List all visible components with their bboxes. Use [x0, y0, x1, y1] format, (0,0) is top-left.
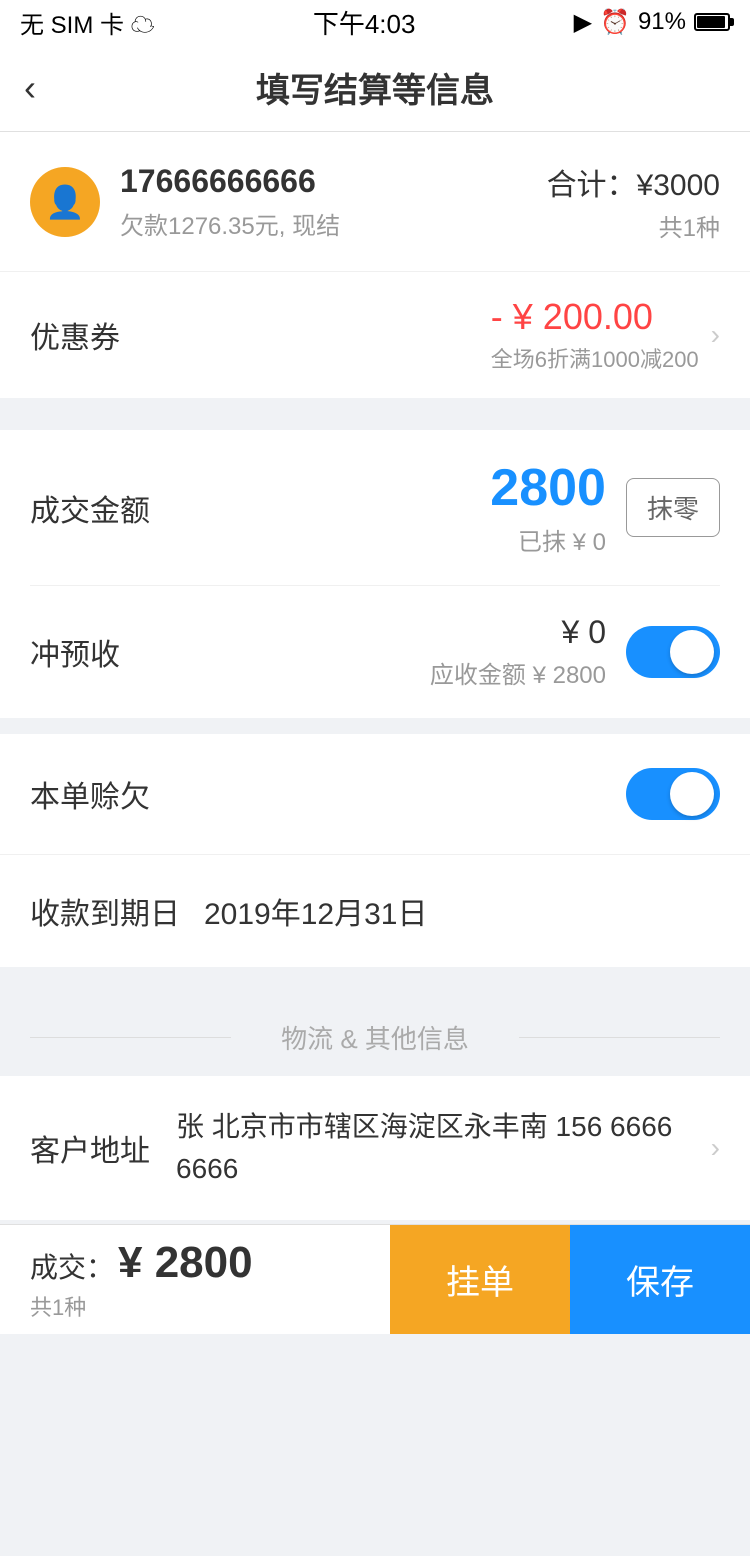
- transaction-label: 成交金额: [30, 486, 150, 530]
- section-divider-3: [0, 983, 750, 999]
- status-time: 下午4:03: [313, 4, 416, 41]
- footer-bar: 成交： ¥ 2800 共1种 挂单 保存: [0, 1224, 750, 1334]
- debt-row: 本单赊欠: [30, 734, 720, 854]
- location-icon: ▶: [574, 8, 592, 37]
- prepay-sub: 应收金额 ¥ 2800: [430, 655, 606, 690]
- alarm-icon: ⏰: [600, 8, 630, 37]
- user-phone: 17666666666: [120, 163, 340, 200]
- user-debt: 欠款1276.35元, 现结: [120, 206, 340, 241]
- page-title: 填写结算等信息: [256, 63, 494, 112]
- address-text: 张 北京市市辖区海淀区永丰南 156 6666 6666: [176, 1106, 695, 1190]
- main-content: 👤 17666666666 欠款1276.35元, 现结 合计：¥3000 共1…: [0, 132, 750, 1556]
- nav-bar: ‹ 填写结算等信息: [0, 44, 750, 132]
- footer-amount: ¥ 2800: [118, 1238, 253, 1288]
- footer-deal-row: 成交： ¥ 2800: [30, 1238, 360, 1288]
- user-right: 合计：¥3000 共1种: [547, 160, 720, 243]
- footer-count: 共1种: [30, 1290, 360, 1322]
- total-count: 共1种: [547, 208, 720, 243]
- coupon-value-area: - ¥ 200.00 全场6折满1000减200: [491, 296, 699, 374]
- logistics-line-right: [519, 1037, 720, 1038]
- transaction-amount-sub: 已抹 ¥ 0: [490, 522, 606, 557]
- transaction-amount: 2800: [490, 458, 606, 518]
- due-date-row: 收款到期日 2019年12月31日: [30, 855, 720, 967]
- prepay-row: 冲预收 ¥ 0 应收金额 ¥ 2800: [30, 586, 720, 718]
- status-right: ▶ ⏰ 91%: [574, 8, 730, 37]
- chevron-right-icon: ›: [711, 319, 720, 351]
- round-button[interactable]: 抹零: [626, 478, 720, 537]
- total-amount: 合计：¥3000: [547, 160, 720, 204]
- user-left: 👤 17666666666 欠款1276.35元, 现结: [30, 163, 340, 241]
- logistics-divider: 物流 & 其他信息: [0, 999, 750, 1076]
- avatar: 👤: [30, 167, 100, 237]
- transaction-amount-area: 2800 已抹 ¥ 0: [490, 458, 606, 557]
- status-left: 无 SIM 卡 ☁: [20, 5, 155, 40]
- user-card-row: 👤 17666666666 欠款1276.35元, 现结 合计：¥3000 共1…: [0, 132, 750, 271]
- user-info: 17666666666 欠款1276.35元, 现结: [120, 163, 340, 241]
- debt-toggle-thumb: [670, 772, 714, 816]
- avatar-icon: 👤: [45, 183, 85, 221]
- coupon-label: 优惠券: [30, 313, 120, 357]
- toggle-thumb: [670, 630, 714, 674]
- due-date-label: 收款到期日: [30, 889, 180, 933]
- address-row[interactable]: 客户地址 张 北京市市辖区海淀区永丰南 156 6666 6666 ›: [30, 1076, 720, 1220]
- due-date-value: 2019年12月31日: [204, 889, 427, 933]
- transaction-row: 成交金额 2800 已抹 ¥ 0 抹零: [30, 430, 720, 586]
- coupon-row[interactable]: 优惠券 - ¥ 200.00 全场6折满1000减200 ›: [0, 271, 750, 398]
- prepay-right: ¥ 0 应收金额 ¥ 2800: [430, 614, 720, 690]
- prepay-toggle[interactable]: [626, 626, 720, 678]
- status-bar: 无 SIM 卡 ☁ 下午4:03 ▶ ⏰ 91%: [0, 0, 750, 44]
- address-label: 客户地址: [30, 1126, 160, 1170]
- coupon-desc: 全场6折满1000减200: [491, 342, 699, 374]
- logistics-line-left: [30, 1037, 231, 1038]
- prepay-label: 冲预收: [30, 630, 120, 674]
- transaction-section: 成交金额 2800 已抹 ¥ 0 抹零 冲预收 ¥ 0 应收金额 ¥ 2800: [0, 430, 750, 718]
- back-button[interactable]: ‹: [24, 67, 36, 109]
- logistics-text: 物流 & 其他信息: [281, 1019, 469, 1056]
- address-chevron-icon: ›: [711, 1132, 720, 1164]
- coupon-discount: - ¥ 200.00: [491, 296, 699, 338]
- battery-text: 91%: [638, 8, 686, 36]
- section-divider-2: [0, 718, 750, 734]
- user-info-card: 👤 17666666666 欠款1276.35元, 现结 合计：¥3000 共1…: [0, 132, 750, 398]
- due-date-section: 收款到期日 2019年12月31日: [0, 854, 750, 967]
- debt-label: 本单赊欠: [30, 772, 150, 816]
- save-button[interactable]: 保存: [570, 1225, 750, 1334]
- prepay-amount: ¥ 0: [430, 614, 606, 651]
- transaction-right: 2800 已抹 ¥ 0 抹零: [490, 458, 720, 557]
- debt-section: 本单赊欠: [0, 734, 750, 854]
- footer-left: 成交： ¥ 2800 共1种: [0, 1225, 390, 1334]
- section-divider-1: [0, 414, 750, 430]
- coupon-right: - ¥ 200.00 全场6折满1000减200 ›: [491, 296, 720, 374]
- no-sim-text: 无 SIM 卡 ☁: [20, 5, 155, 40]
- address-section: 客户地址 张 北京市市辖区海淀区永丰南 156 6666 6666 ›: [0, 1076, 750, 1220]
- battery-icon: [694, 13, 730, 31]
- footer-deal-label: 成交：: [30, 1246, 114, 1286]
- prepay-amount-area: ¥ 0 应收金额 ¥ 2800: [430, 614, 606, 690]
- debt-toggle[interactable]: [626, 768, 720, 820]
- hang-button[interactable]: 挂单: [390, 1225, 570, 1334]
